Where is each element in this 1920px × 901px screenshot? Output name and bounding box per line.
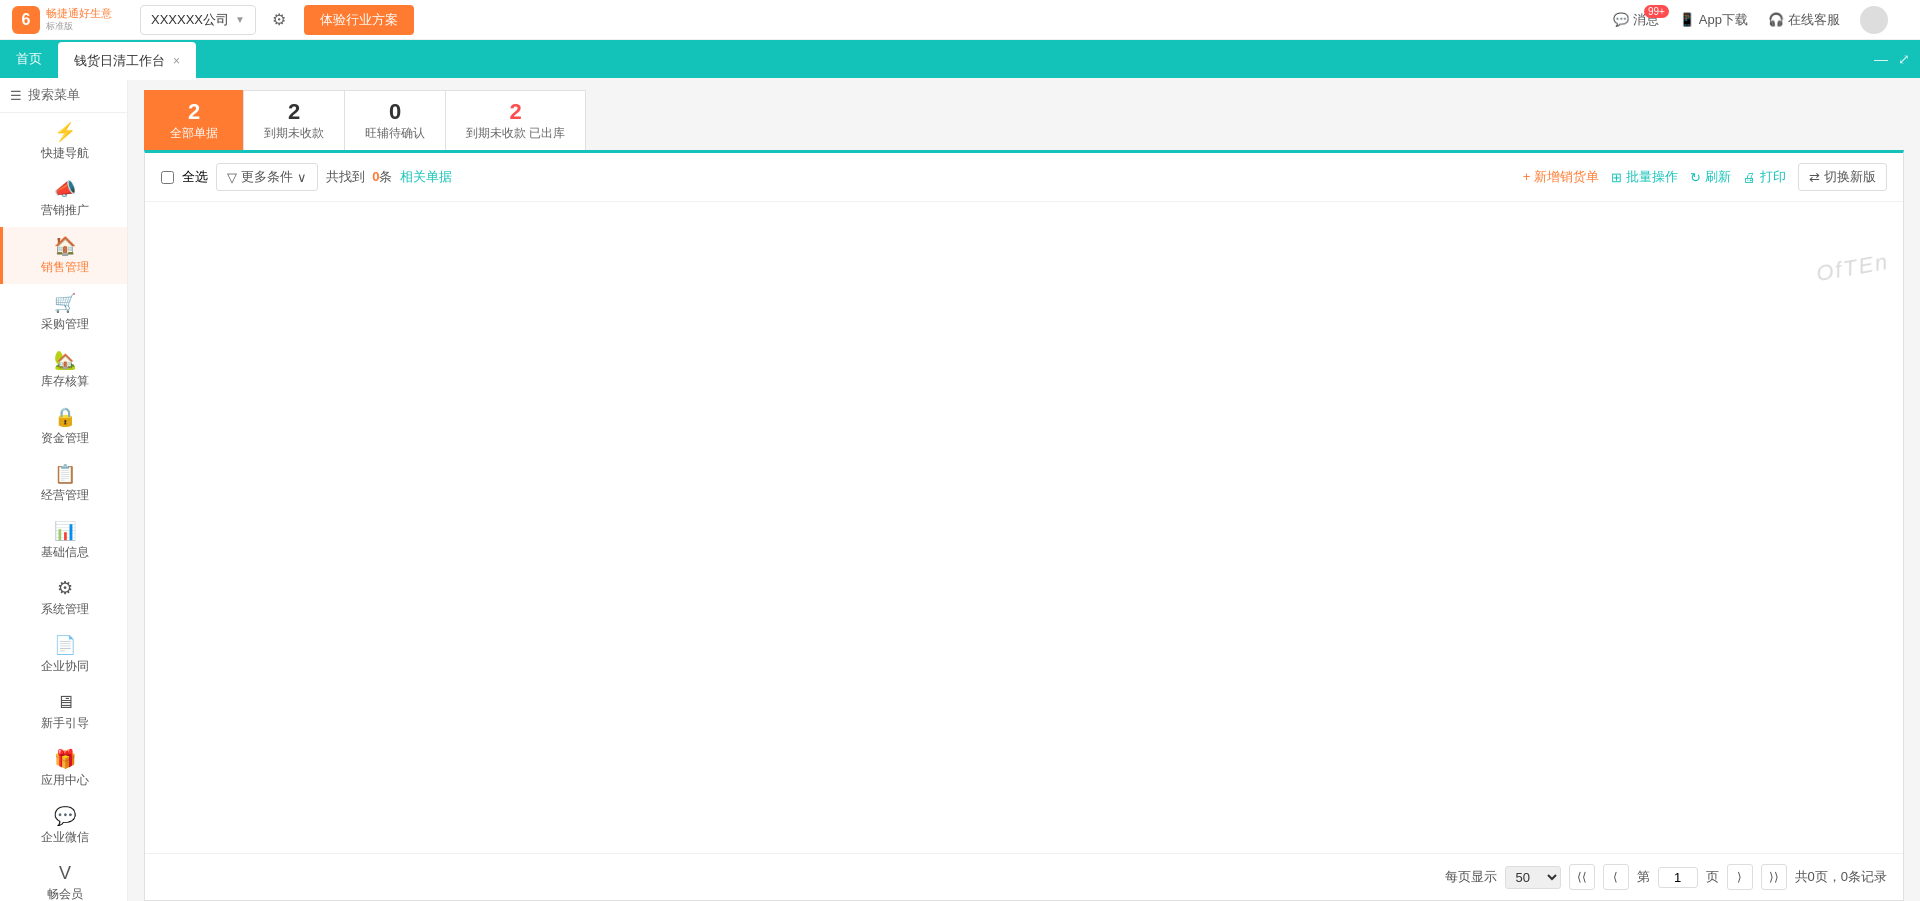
gear-icon: ⚙ [57, 579, 73, 597]
content-area: 2 全部单据 2 到期未收款 0 旺辅待确认 2 到期未收款 已出库 [128, 78, 1920, 901]
print-icon: 🖨 [1743, 170, 1756, 185]
batch-operation-button[interactable]: ⊞ 批量操作 [1611, 168, 1678, 186]
refresh-button[interactable]: ↻ 刷新 [1690, 168, 1731, 186]
main-layout: ☰ 搜索菜单 ⚡ 快捷导航 📣 营销推广 🏠 销售管理 🛒 采购管理 🏡 库存核… [0, 78, 1920, 901]
select-all-label: 全选 [182, 168, 208, 186]
per-page-select[interactable]: 50 100 200 [1505, 866, 1561, 889]
found-text: 共找到 0条 [326, 168, 392, 186]
avatar[interactable] [1860, 6, 1888, 34]
filter-tab-all[interactable]: 2 全部单据 [144, 90, 244, 150]
chevron-down-icon: ▼ [235, 14, 245, 25]
sidebar-item-purchase[interactable]: 🛒 采购管理 [0, 284, 127, 341]
sidebar-item-wechat[interactable]: 💬 企业微信 [0, 797, 127, 854]
tab-home[interactable]: 首页 [0, 40, 58, 78]
filter-tabs: 2 全部单据 2 到期未收款 0 旺辅待确认 2 到期未收款 已出库 [128, 78, 1920, 150]
filter-tab-wangfu[interactable]: 0 旺辅待确认 [344, 90, 446, 150]
tab-qianhuoriqing[interactable]: 钱货日清工作台 × [58, 42, 196, 80]
sidebar-search[interactable]: ☰ 搜索菜单 [0, 78, 127, 113]
print-button[interactable]: 🖨 打印 [1743, 168, 1786, 186]
online-service-button[interactable]: 🎧 在线客服 [1768, 11, 1840, 29]
logo-text-block: 畅捷通好生意 标准版 [46, 6, 112, 33]
switch-version-button[interactable]: ⇄ 切换新版 [1798, 163, 1887, 191]
message-badge: 99+ [1644, 5, 1669, 18]
search-icon: ☰ [10, 88, 22, 103]
clipboard-icon: 📋 [54, 465, 76, 483]
prev-page-button[interactable]: ⟨ [1603, 864, 1629, 890]
action-bar: 全选 ▽ 更多条件 ∨ 共找到 0条 相关单据 + 新增销货单 ⊞ [145, 153, 1903, 202]
house-icon: 🏠 [54, 237, 76, 255]
tab-close-icon[interactable]: × [173, 54, 180, 68]
cart-icon: 🛒 [54, 294, 76, 312]
inner-content: 全选 ▽ 更多条件 ∨ 共找到 0条 相关单据 + 新增销货单 ⊞ [144, 150, 1904, 901]
add-sales-order-button[interactable]: + 新增销货单 [1523, 168, 1599, 186]
chevron-down-icon: ∨ [297, 170, 307, 185]
service-icon: 🎧 [1768, 12, 1784, 27]
app-logo-icon: 6 [12, 6, 40, 34]
lightning-icon: ⚡ [54, 123, 76, 141]
sidebar-item-quicknav[interactable]: ⚡ 快捷导航 [0, 113, 127, 170]
header-right: 💬 消息 99+ 📱 App下载 🎧 在线客服 [1613, 6, 1908, 34]
total-records: 共0页，0条记录 [1795, 868, 1887, 886]
logo-area: 6 畅捷通好生意 标准版 [12, 6, 140, 34]
monitor-icon: 🖥 [56, 693, 74, 711]
filter-tab-overdue[interactable]: 2 到期未收款 [243, 90, 345, 150]
lock-icon: 🔒 [54, 408, 76, 426]
refresh-icon: ↻ [1690, 170, 1701, 185]
app-name: 畅捷通好生意 [46, 6, 112, 20]
page-number-input[interactable]: 1 [1658, 867, 1698, 888]
top-header: 6 畅捷通好生意 标准版 XXXXXX公司 ▼ ⚙ 体验行业方案 💬 消息 99… [0, 0, 1920, 40]
more-filter-button[interactable]: ▽ 更多条件 ∨ [216, 163, 318, 191]
page-suffix: 页 [1706, 868, 1719, 886]
chat-icon: 💬 [54, 807, 76, 825]
sidebar-item-guide[interactable]: 🖥 新手引导 [0, 683, 127, 740]
first-page-button[interactable]: ⟨⟨ [1569, 864, 1595, 890]
filter-icon: ▽ [227, 170, 237, 185]
app-download-button[interactable]: 📱 App下载 [1679, 11, 1748, 29]
building-icon: 🏡 [54, 351, 76, 369]
select-all-checkbox[interactable] [161, 171, 174, 184]
tab-maximize-button[interactable]: ⤢ [1898, 51, 1910, 67]
switch-icon: ⇄ [1809, 170, 1820, 185]
gift-icon: 🎁 [54, 750, 76, 768]
download-icon: 📱 [1679, 12, 1695, 27]
sidebar: ☰ 搜索菜单 ⚡ 快捷导航 📣 营销推广 🏠 销售管理 🛒 采购管理 🏡 库存核… [0, 78, 128, 901]
page-prefix: 第 [1637, 868, 1650, 886]
sidebar-item-system[interactable]: ⚙ 系统管理 [0, 569, 127, 626]
sidebar-item-member[interactable]: V 畅会员 [0, 854, 127, 901]
sidebar-item-marketing[interactable]: 📣 营销推广 [0, 170, 127, 227]
trial-button[interactable]: 体验行业方案 [304, 5, 414, 35]
tab-bar: 首页 钱货日清工作台 × — ⤢ [0, 40, 1920, 78]
related-records-link[interactable]: 相关单据 [400, 168, 452, 186]
sidebar-item-operations[interactable]: 📋 经营管理 [0, 455, 127, 512]
doc-icon: 📄 [54, 636, 76, 654]
megaphone-icon: 📣 [54, 180, 76, 198]
sidebar-item-inventory[interactable]: 🏡 库存核算 [0, 341, 127, 398]
tab-minimize-button[interactable]: — [1874, 51, 1888, 67]
batch-icon: ⊞ [1611, 170, 1622, 185]
table-area [145, 202, 1903, 853]
filter-tab-overdue-shipped[interactable]: 2 到期未收款 已出库 [445, 90, 586, 150]
database-icon: 📊 [54, 522, 76, 540]
sidebar-item-appcenter[interactable]: 🎁 应用中心 [0, 740, 127, 797]
company-selector[interactable]: XXXXXX公司 ▼ [140, 5, 256, 35]
sidebar-item-enterprise[interactable]: 📄 企业协同 [0, 626, 127, 683]
action-bar-right: + 新增销货单 ⊞ 批量操作 ↻ 刷新 🖨 打印 ⇄ [1523, 163, 1887, 191]
action-bar-left: 全选 ▽ 更多条件 ∨ 共找到 0条 相关单据 [161, 163, 452, 191]
sidebar-item-sales[interactable]: 🏠 销售管理 [0, 227, 127, 284]
company-name: XXXXXX公司 [151, 11, 229, 29]
next-page-button[interactable]: ⟩ [1727, 864, 1753, 890]
per-page-label: 每页显示 [1445, 868, 1497, 886]
pagination-bar: 每页显示 50 100 200 ⟨⟨ ⟨ 第 1 页 ⟩ ⟩⟩ 共0页，0条记录 [145, 853, 1903, 900]
sidebar-item-finance[interactable]: 🔒 资金管理 [0, 398, 127, 455]
app-badge: 标准版 [46, 20, 112, 33]
last-page-button[interactable]: ⟩⟩ [1761, 864, 1787, 890]
sidebar-item-base-info[interactable]: 📊 基础信息 [0, 512, 127, 569]
message-icon: 💬 [1613, 12, 1629, 27]
tab-bar-actions: — ⤢ [1874, 51, 1920, 67]
vip-icon: V [59, 864, 71, 882]
settings-icon[interactable]: ⚙ [264, 5, 294, 35]
message-button[interactable]: 💬 消息 99+ [1613, 11, 1659, 29]
